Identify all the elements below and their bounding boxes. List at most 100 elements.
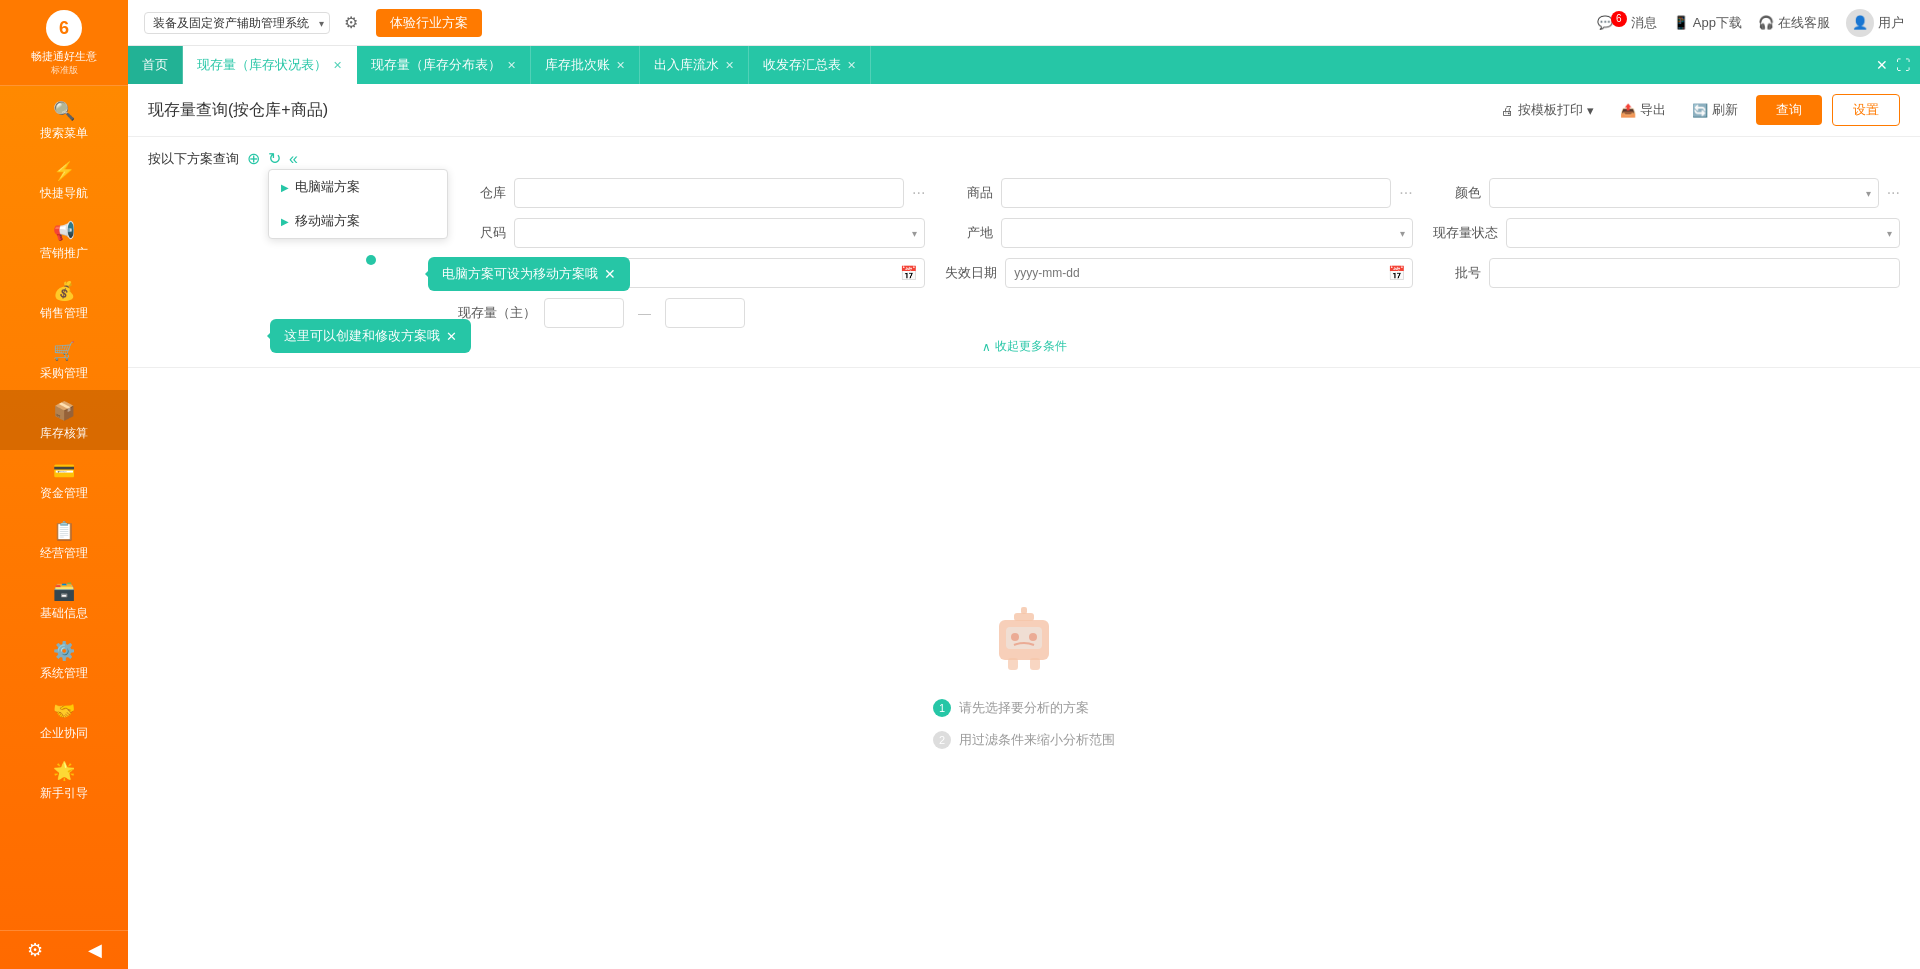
sidebar-item-search[interactable]: 🔍 搜索菜单 — [0, 90, 128, 150]
print-btn[interactable]: 🖨 按模板打印 ▾ — [1493, 97, 1602, 123]
sidebar-item-finance[interactable]: 💳 资金管理 — [0, 450, 128, 510]
page-header: 现存量查询(按仓库+商品) 🖨 按模板打印 ▾ 📤 导出 🔄 刷新 查询 设置 — [128, 84, 1920, 137]
settings-icon[interactable]: ⚙ — [344, 13, 358, 32]
size-select-wrap[interactable] — [514, 218, 925, 248]
qty-to-input[interactable] — [665, 298, 745, 328]
expand-icon: ▶ — [281, 182, 289, 193]
filter-row-status: 现存量状态 — [1433, 218, 1900, 248]
query-btn[interactable]: 查询 — [1756, 95, 1822, 125]
tab-inventory-status[interactable]: 现存量（库存状况表） ✕ — [183, 46, 357, 84]
filter-add-btn[interactable]: ⊕ — [247, 149, 260, 168]
tab-inventory-dist[interactable]: 现存量（库存分布表） ✕ — [357, 46, 531, 84]
scheme-panel: ▶ 电脑端方案 ▶ 移动端方案 — [268, 169, 448, 239]
warehouse-input[interactable] — [514, 178, 904, 208]
product-input[interactable] — [1001, 178, 1391, 208]
app-download-item[interactable]: 📱 App下载 — [1673, 14, 1742, 32]
svg-rect-7 — [1030, 658, 1040, 670]
color-dots[interactable]: ··· — [1887, 184, 1900, 202]
sidebar-item-enterprise[interactable]: 🤝 企业协同 — [0, 690, 128, 750]
status-label: 现存量状态 — [1433, 224, 1498, 242]
inventory-icon: 📦 — [53, 400, 75, 422]
sidebar-item-operations[interactable]: 📋 经营管理 — [0, 510, 128, 570]
purchase-icon: 🛒 — [53, 340, 75, 362]
system-select[interactable]: 装备及固定资产辅助管理系统 — [144, 12, 330, 34]
color-select[interactable] — [1489, 178, 1879, 208]
origin-select-wrap[interactable] — [1001, 218, 1412, 248]
export-icon: 📤 — [1620, 103, 1636, 118]
status-select[interactable] — [1506, 218, 1900, 248]
origin-select[interactable] — [1001, 218, 1412, 248]
warehouse-dots[interactable]: ··· — [912, 184, 925, 202]
filter-row-expdate: 失效日期 📅 — [945, 258, 1412, 288]
status-select-wrap[interactable] — [1506, 218, 1900, 248]
content-area: 现存量查询(按仓库+商品) 🖨 按模板打印 ▾ 📤 导出 🔄 刷新 查询 设置 — [128, 84, 1920, 969]
system-select-wrap[interactable]: 装备及固定资产辅助管理系统 — [144, 12, 330, 34]
color-select-wrap[interactable] — [1489, 178, 1879, 208]
tab-flow-label: 出入库流水 — [654, 56, 719, 74]
svg-rect-4 — [1014, 613, 1034, 621]
product-dots[interactable]: ··· — [1399, 184, 1412, 202]
tab-end: ✕ ⛶ — [1866, 46, 1920, 84]
tab-inventory-status-close[interactable]: ✕ — [333, 59, 342, 72]
page-title: 现存量查询(按仓库+商品) — [148, 100, 328, 121]
scheme-item-mobile[interactable]: ▶ 移动端方案 — [269, 204, 447, 238]
step-1-text: 请先选择要分析的方案 — [959, 695, 1089, 721]
qty-label: 现存量（主） — [458, 304, 536, 322]
app-download-label: App下载 — [1693, 14, 1742, 32]
qty-separator: — — [632, 306, 657, 321]
reset-btn[interactable]: 设置 — [1832, 94, 1900, 126]
empty-illustration — [974, 585, 1074, 675]
filter-row-batch: 批号 — [1433, 258, 1900, 288]
tab-flow[interactable]: 出入库流水 ✕ — [640, 46, 749, 84]
connection-dot — [366, 255, 376, 265]
notification-item[interactable]: 💬 6 消息 — [1597, 14, 1657, 32]
qty-from-input[interactable] — [544, 298, 624, 328]
sidebar-item-sales[interactable]: 💰 销售管理 — [0, 270, 128, 330]
online-service-item[interactable]: 🎧 在线客服 — [1758, 14, 1830, 32]
avatar: 👤 — [1846, 9, 1874, 37]
sidebar-item-inventory[interactable]: 📦 库存核算 — [0, 390, 128, 450]
tab-batch[interactable]: 库存批次账 ✕ — [531, 46, 640, 84]
tab-inventory-dist-label: 现存量（库存分布表） — [371, 56, 501, 74]
proddate-calendar-icon[interactable]: 📅 — [900, 265, 917, 281]
settings-btn[interactable]: ⚙ — [27, 939, 43, 961]
filter-refresh-btn[interactable]: ↻ — [268, 149, 281, 168]
user-label: 用户 — [1878, 14, 1904, 32]
tab-home[interactable]: 首页 — [128, 46, 183, 84]
logo-icon: 6 — [46, 10, 82, 46]
tab-flow-close[interactable]: ✕ — [725, 59, 734, 72]
sidebar-item-guide[interactable]: 🌟 新手引导 — [0, 750, 128, 810]
sidebar-item-purchase[interactable]: 🛒 采购管理 — [0, 330, 128, 390]
guide-icon: 🌟 — [53, 760, 75, 782]
tab-inventory-dist-close[interactable]: ✕ — [507, 59, 516, 72]
filter-back-btn[interactable]: « — [289, 150, 298, 168]
sidebar-item-quick-nav[interactable]: ⚡ 快捷导航 — [0, 150, 128, 210]
tab-close-all-icon[interactable]: ✕ — [1876, 57, 1888, 73]
expdate-calendar-icon[interactable]: 📅 — [1388, 265, 1405, 281]
hint-tooltip-1-close[interactable]: ✕ — [604, 266, 616, 282]
main-area: 装备及固定资产辅助管理系统 ⚙ 体验行业方案 💬 6 消息 📱 App下载 🎧 … — [128, 0, 1920, 969]
sidebar-item-basic[interactable]: 🗃️ 基础信息 — [0, 570, 128, 630]
collapse-btn[interactable]: ∧ 收起更多条件 — [982, 338, 1067, 355]
expdate-input[interactable] — [1005, 258, 1412, 288]
headset-icon: 🎧 — [1758, 15, 1774, 30]
tab-batch-close[interactable]: ✕ — [616, 59, 625, 72]
industry-btn[interactable]: 体验行业方案 — [376, 9, 482, 37]
size-select[interactable] — [514, 218, 925, 248]
hint-tooltip-2-close[interactable]: ✕ — [446, 329, 457, 344]
tab-expand-icon[interactable]: ⛶ — [1896, 57, 1910, 73]
scheme-item-desktop[interactable]: ▶ 电脑端方案 — [269, 170, 447, 204]
batch-input[interactable] — [1489, 258, 1900, 288]
finance-icon: 💳 — [53, 460, 75, 482]
online-service-label: 在线客服 — [1778, 14, 1830, 32]
sidebar-item-marketing[interactable]: 📢 营销推广 — [0, 210, 128, 270]
collapse-sidebar-btn[interactable]: ◀ — [88, 939, 102, 961]
filter-row-product: 商品 ··· — [945, 178, 1412, 208]
user-item[interactable]: 👤 用户 — [1846, 9, 1904, 37]
sidebar-item-system[interactable]: ⚙️ 系统管理 — [0, 630, 128, 690]
tab-summary[interactable]: 收发存汇总表 ✕ — [749, 46, 871, 84]
tab-summary-close[interactable]: ✕ — [847, 59, 856, 72]
top-header: 装备及固定资产辅助管理系统 ⚙ 体验行业方案 💬 6 消息 📱 App下载 🎧 … — [128, 0, 1920, 46]
refresh-btn[interactable]: 🔄 刷新 — [1684, 97, 1746, 123]
export-btn[interactable]: 📤 导出 — [1612, 97, 1674, 123]
